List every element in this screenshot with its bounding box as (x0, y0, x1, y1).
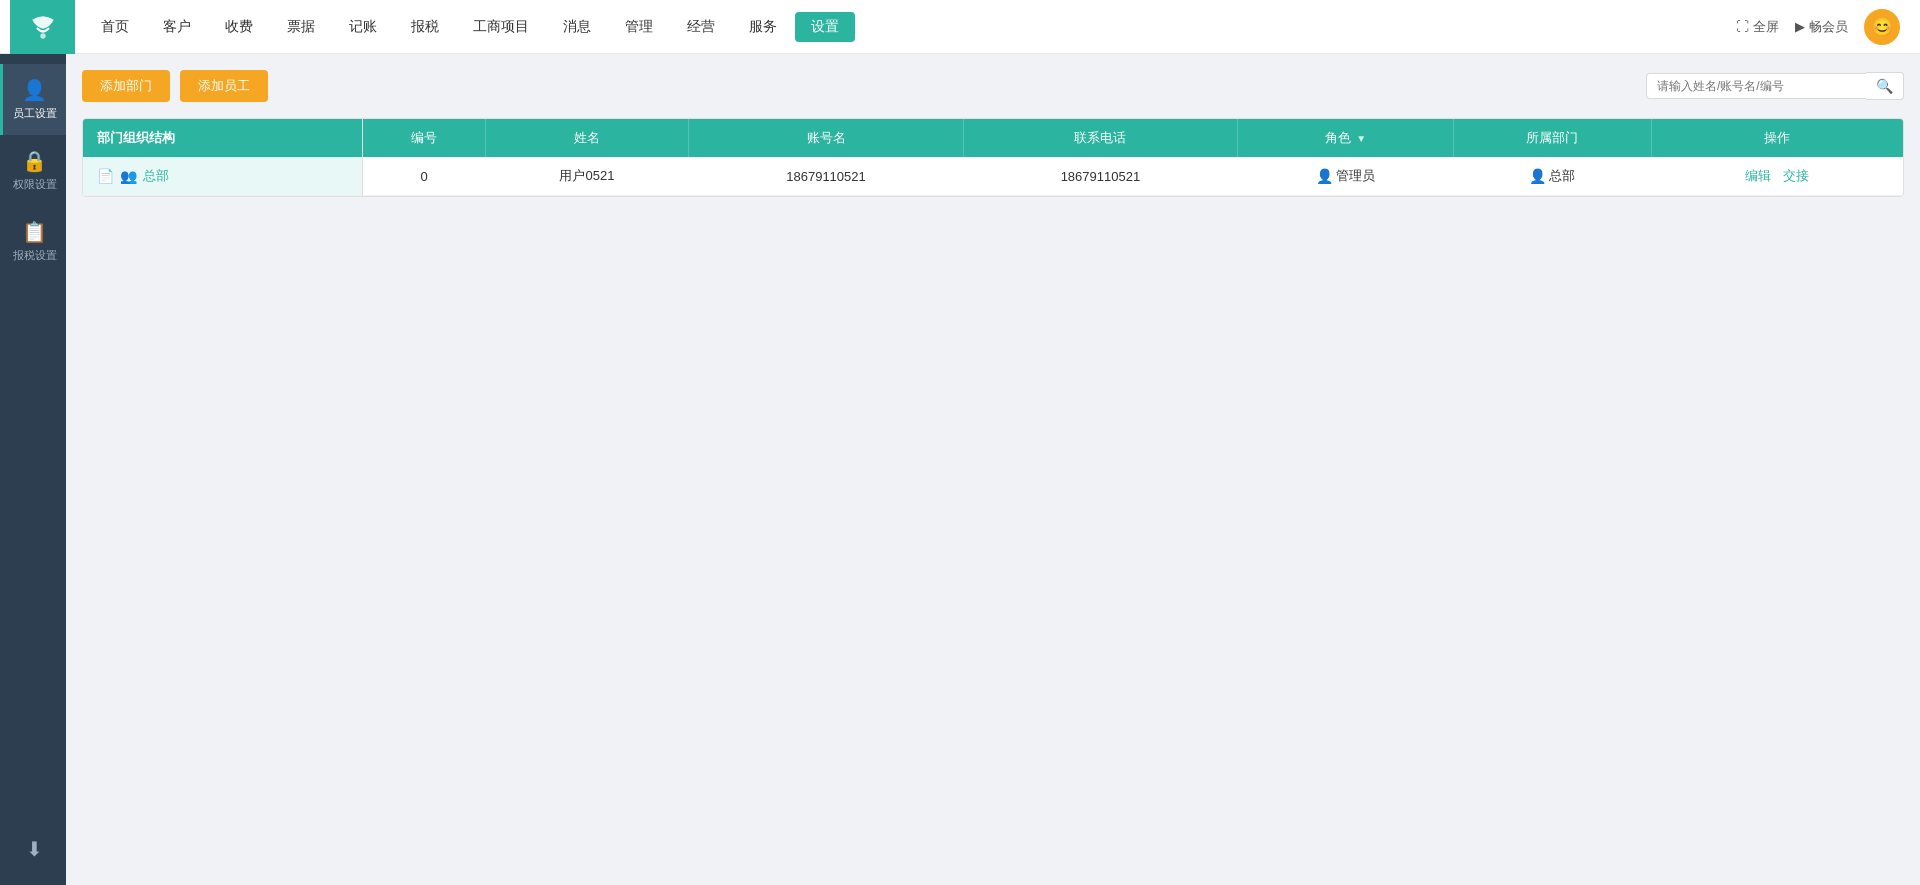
left-panel: 部门组织结构 📄 👥 总部 (83, 119, 363, 196)
sidebar-download-btn[interactable]: ⬇ (0, 823, 66, 875)
member-label: 畅会员 (1809, 18, 1848, 36)
cell-phone: 18679110521 (963, 157, 1237, 196)
sidebar-label-employee: 员工设置 (13, 106, 57, 121)
role-text: 管理员 (1336, 167, 1375, 185)
table-layout: 部门组织结构 📄 👥 总部 编号 姓名 账号名 联系电话 (82, 118, 1904, 197)
edit-link[interactable]: 编辑 (1745, 168, 1771, 183)
nav-message[interactable]: 消息 (547, 12, 607, 42)
cell-actions: 编辑 交接 (1651, 157, 1903, 196)
nav-customer[interactable]: 客户 (147, 12, 207, 42)
nav-business[interactable]: 工商项目 (457, 12, 545, 42)
right-panel: 编号 姓名 账号名 联系电话 角色 ▼ 所属部门 操作 (363, 119, 1903, 196)
lock-icon: 🔒 (22, 149, 47, 173)
nav-fee[interactable]: 收费 (209, 12, 269, 42)
file-icon: 📄 (97, 168, 114, 184)
nav-invoice[interactable]: 票据 (271, 12, 331, 42)
sidebar-item-employee[interactable]: 👤 员工设置 (0, 64, 66, 135)
search-icon: 🔍 (1876, 78, 1893, 94)
add-employee-button[interactable]: 添加员工 (180, 70, 268, 102)
fullscreen-icon: ⛶ (1736, 19, 1749, 34)
cell-name: 用户0521 (485, 157, 689, 196)
nav-service[interactable]: 服务 (733, 12, 793, 42)
topbar-right: ⛶ 全屏 ▶ 畅会员 😊 (1736, 9, 1910, 45)
main-layout: 👤 员工设置 🔒 权限设置 📋 报税设置 ⬇ 添加部门 添加员工 🔍 (0, 54, 1920, 885)
sidebar-label-permission: 权限设置 (13, 177, 57, 192)
dept-text: 总部 (1549, 167, 1575, 185)
col-role[interactable]: 角色 ▼ (1238, 119, 1453, 157)
sidebar-item-tax-settings[interactable]: 📋 报税设置 (0, 206, 66, 277)
content-area: 添加部门 添加员工 🔍 部门组织结构 📄 👥 总部 (66, 54, 1920, 885)
nav-home[interactable]: 首页 (85, 12, 145, 42)
table-row: 0 用户0521 18679110521 18679110521 👤 管理员 (363, 157, 1903, 196)
col-name: 姓名 (485, 119, 689, 157)
role-user-icon: 👤 (1316, 168, 1333, 184)
search-bar: 🔍 (1646, 72, 1904, 100)
user-avatar[interactable]: 😊 (1864, 9, 1900, 45)
dept-user-icon: 👥 (120, 168, 137, 184)
col-dept: 所属部门 (1453, 119, 1651, 157)
employee-icon: 👤 (22, 78, 47, 102)
table-body: 0 用户0521 18679110521 18679110521 👤 管理员 (363, 157, 1903, 196)
fullscreen-btn[interactable]: ⛶ 全屏 (1736, 18, 1779, 36)
col-account: 账号名 (689, 119, 963, 157)
member-btn[interactable]: ▶ 畅会员 (1795, 18, 1848, 36)
fullscreen-label: 全屏 (1753, 18, 1779, 36)
download-icon: ⬇ (26, 837, 43, 861)
main-nav: 首页 客户 收费 票据 记账 报税 工商项目 消息 管理 经营 服务 设置 (85, 12, 1736, 42)
sidebar-label-tax-settings: 报税设置 (13, 248, 57, 263)
col-phone: 联系电话 (963, 119, 1237, 157)
nav-manage[interactable]: 管理 (609, 12, 669, 42)
topbar: 首页 客户 收费 票据 记账 报税 工商项目 消息 管理 经营 服务 设置 ⛶ … (0, 0, 1920, 54)
role-badge: 👤 管理员 (1316, 167, 1375, 185)
cell-account: 18679110521 (689, 157, 963, 196)
search-button[interactable]: 🔍 (1866, 72, 1904, 100)
transfer-link[interactable]: 交接 (1783, 168, 1809, 183)
search-input[interactable] (1646, 73, 1866, 99)
nav-operation[interactable]: 经营 (671, 12, 731, 42)
col-action: 操作 (1651, 119, 1903, 157)
tax-settings-icon: 📋 (22, 220, 47, 244)
table-header-row: 编号 姓名 账号名 联系电话 角色 ▼ 所属部门 操作 (363, 119, 1903, 157)
dept-name: 总部 (143, 167, 169, 185)
svg-point-0 (40, 33, 45, 38)
cell-id: 0 (363, 157, 485, 196)
nav-bookkeeping[interactable]: 记账 (333, 12, 393, 42)
sidebar-item-permission[interactable]: 🔒 权限设置 (0, 135, 66, 206)
dept-badge: 👤 总部 (1529, 167, 1575, 185)
toolbar: 添加部门 添加员工 🔍 (82, 70, 1904, 102)
employee-table: 编号 姓名 账号名 联系电话 角色 ▼ 所属部门 操作 (363, 119, 1903, 196)
add-dept-button[interactable]: 添加部门 (82, 70, 170, 102)
sidebar-bottom: ⬇ (0, 823, 66, 875)
dept-panel-header: 部门组织结构 (83, 119, 362, 157)
cell-role: 👤 管理员 (1238, 157, 1453, 196)
sidebar: 👤 员工设置 🔒 权限设置 📋 报税设置 ⬇ (0, 54, 66, 885)
logo (10, 0, 75, 54)
nav-tax[interactable]: 报税 (395, 12, 455, 42)
col-id: 编号 (363, 119, 485, 157)
dept-user-icon: 👤 (1529, 168, 1546, 184)
cell-dept: 👤 总部 (1453, 157, 1651, 196)
dept-item-general[interactable]: 📄 👥 总部 (83, 157, 362, 196)
video-icon: ▶ (1795, 19, 1805, 34)
nav-settings[interactable]: 设置 (795, 12, 855, 42)
sort-icon: ▼ (1356, 133, 1366, 144)
col-role-label: 角色 (1325, 130, 1351, 145)
